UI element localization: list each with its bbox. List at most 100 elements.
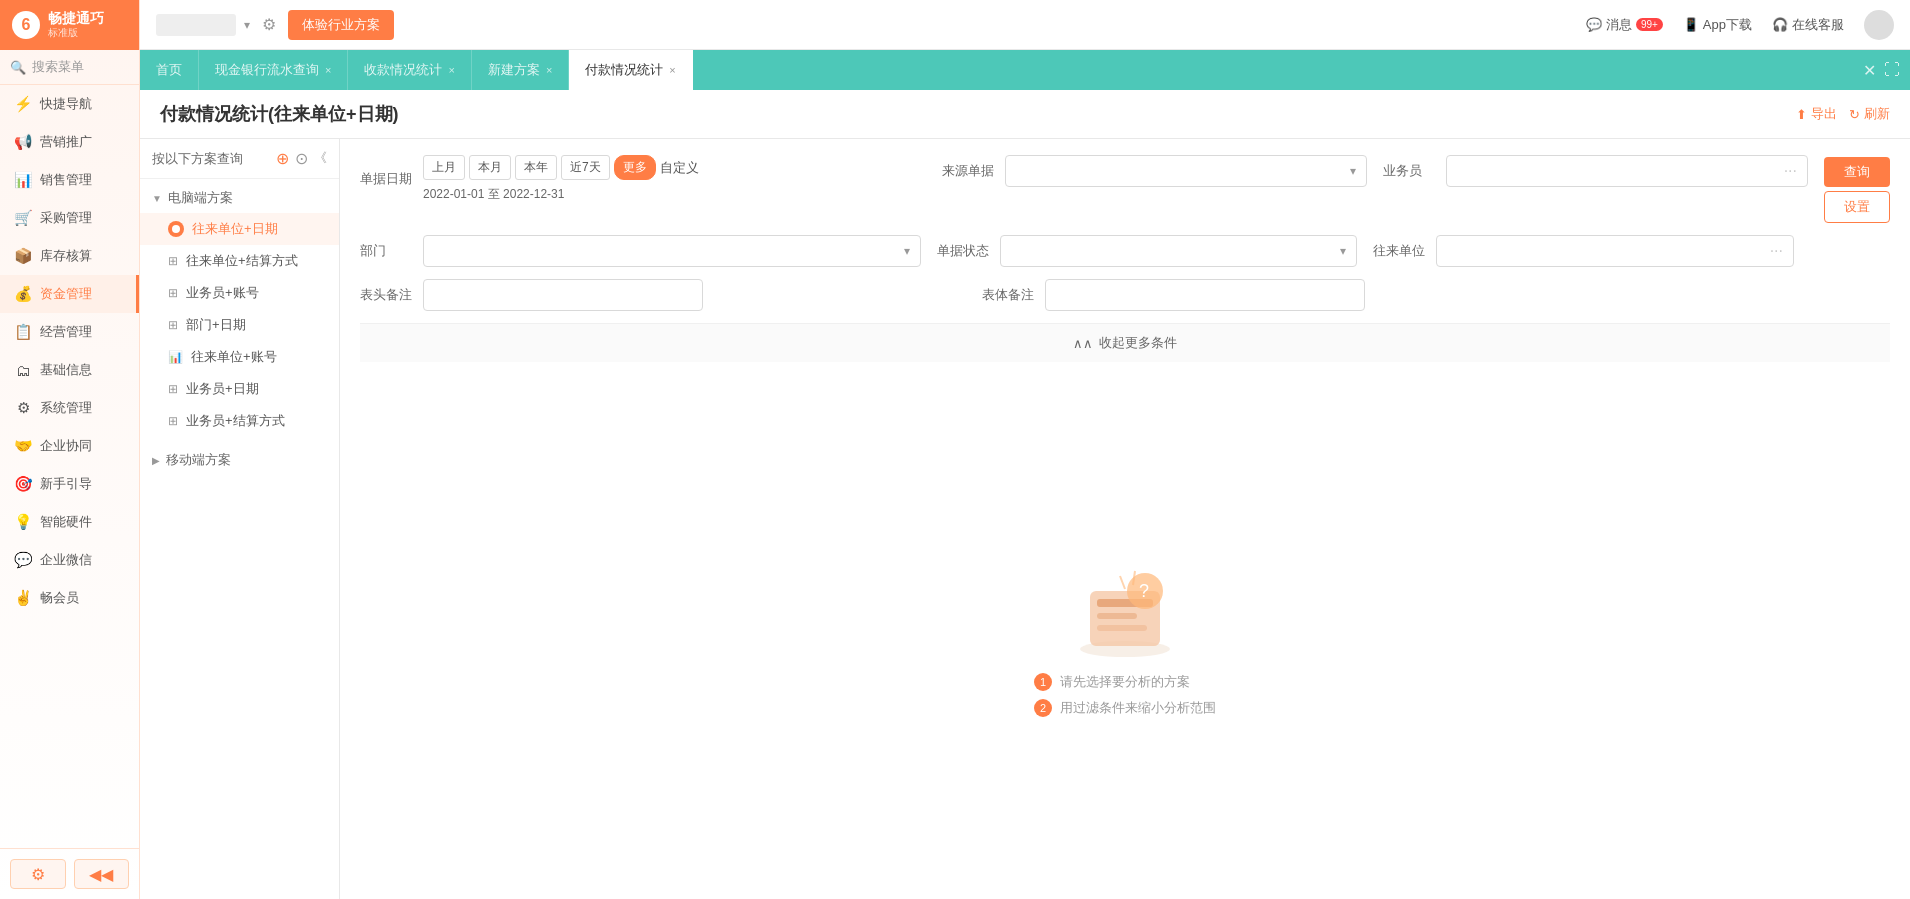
sidebar-item-sales[interactable]: 📊 销售管理 <box>0 161 139 199</box>
trial-btn[interactable]: 体验行业方案 <box>288 10 394 40</box>
online-service-action[interactable]: 🎧 在线客服 <box>1772 16 1844 34</box>
date-btn-more[interactable]: 更多 <box>614 155 656 180</box>
mobile-group-label: 移动端方案 <box>166 451 231 469</box>
sidebar-item-label: 经营管理 <box>40 323 92 341</box>
filter-row-1: 单据日期 上月 本月 本年 近7天 更多 自定义 2022-01-01 至 20… <box>360 155 1890 223</box>
tabs-close-all-icon[interactable]: ✕ <box>1863 61 1876 80</box>
svg-rect-3 <box>1097 613 1137 619</box>
scheme-collapse-icon[interactable]: 《 <box>314 149 327 168</box>
sidebar-item-funds[interactable]: 💰 资金管理 <box>0 275 139 313</box>
system-icon: ⚙ <box>14 399 32 417</box>
scheme-add-icon[interactable]: ⊕ <box>276 149 289 168</box>
staff-select-dots: ··· <box>1784 162 1797 180</box>
scheme-item-dept-date[interactable]: ⊞ 部门+日期 <box>140 309 339 341</box>
sidebar-item-smart-hw[interactable]: 💡 智能硬件 <box>0 503 139 541</box>
tab-receipt-stats-label: 收款情况统计 <box>364 61 442 79</box>
sidebar-item-purchase[interactable]: 🛒 采购管理 <box>0 199 139 237</box>
sidebar-item-marketing[interactable]: 📢 营销推广 <box>0 123 139 161</box>
app-download-action[interactable]: 📱 App下载 <box>1683 16 1752 34</box>
sidebar-item-operations[interactable]: 📋 经营管理 <box>0 313 139 351</box>
tab-payment-stats-close[interactable]: × <box>669 64 675 76</box>
scheme-item-label: 往来单位+日期 <box>192 220 278 238</box>
collapse-sidebar-btn[interactable]: ◀◀ <box>74 859 130 889</box>
related-unit-select[interactable]: ··· <box>1436 235 1794 267</box>
wechat-icon: 💬 <box>14 551 32 569</box>
body-note-input[interactable] <box>1045 279 1365 311</box>
date-range: 2022-01-01 至 2022-12-31 <box>423 186 699 203</box>
status-select[interactable]: ▾ <box>1000 235 1358 267</box>
tab-bank-flow[interactable]: 现金银行流水查询 × <box>199 50 348 90</box>
tabs-bar: 首页 现金银行流水查询 × 收款情况统计 × 新建方案 × 付款情况统计 × ✕… <box>140 50 1910 90</box>
settings-footer-btn[interactable]: ⚙ <box>10 859 66 889</box>
tab-bank-flow-close[interactable]: × <box>325 64 331 76</box>
avatar[interactable] <box>1864 10 1894 40</box>
message-icon: 💬 <box>1586 17 1602 32</box>
dept-label: 部门 <box>360 242 415 260</box>
sidebar-item-label: 企业微信 <box>40 551 92 569</box>
sidebar-item-guide[interactable]: 🎯 新手引导 <box>0 465 139 503</box>
tabs-maximize-icon[interactable]: ⛶ <box>1884 61 1900 79</box>
tip-num-2: 2 <box>1034 699 1052 717</box>
scheme-item-staff-date[interactable]: ⊞ 业务员+日期 <box>140 373 339 405</box>
tab-new-scheme[interactable]: 新建方案 × <box>472 50 569 90</box>
sidebar-item-enterprise[interactable]: 🤝 企业协同 <box>0 427 139 465</box>
refresh-action[interactable]: ↻ 刷新 <box>1849 105 1890 123</box>
date-btn-7days[interactable]: 近7天 <box>561 155 610 180</box>
staff-select[interactable]: ··· <box>1446 155 1808 187</box>
date-controls: 上月 本月 本年 近7天 更多 自定义 2022-01-01 至 2022-12… <box>423 155 699 203</box>
scheme-table-icon: ⊞ <box>168 254 178 268</box>
dept-select[interactable]: ▾ <box>423 235 921 267</box>
tab-bank-flow-label: 现金银行流水查询 <box>215 61 319 79</box>
query-btn[interactable]: 查询 <box>1824 157 1890 187</box>
export-action[interactable]: ⬆ 导出 <box>1796 105 1837 123</box>
date-btn-last-month[interactable]: 上月 <box>423 155 465 180</box>
sidebar-item-basics[interactable]: 🗂 基础信息 <box>0 351 139 389</box>
search-menu[interactable]: 🔍 搜索菜单 <box>0 50 139 85</box>
messages-action[interactable]: 💬 消息 99+ <box>1586 16 1663 34</box>
messages-label: 消息 <box>1606 16 1632 34</box>
date-btn-this-year[interactable]: 本年 <box>515 155 557 180</box>
sidebar-item-label: 畅会员 <box>40 589 79 607</box>
scheme-settings-icon[interactable]: ⊙ <box>295 149 308 168</box>
tab-payment-stats[interactable]: 付款情况统计 × <box>569 50 692 90</box>
filter-item-status: 单据状态 ▾ <box>937 235 1358 267</box>
refresh-icon: ↻ <box>1849 107 1860 122</box>
export-icon: ⬆ <box>1796 107 1807 122</box>
scheme-item-unit-settle[interactable]: ⊞ 往来单位+结算方式 <box>140 245 339 277</box>
scheme-item-label: 部门+日期 <box>186 316 246 334</box>
user-dropdown-icon[interactable]: ▾ <box>244 18 250 32</box>
marketing-icon: 📢 <box>14 133 32 151</box>
collapse-more-btn[interactable]: ∧∧ 收起更多条件 <box>360 323 1890 362</box>
sidebar-item-quick-nav[interactable]: ⚡ 快捷导航 <box>0 85 139 123</box>
setting-btn[interactable]: 设置 <box>1824 191 1890 223</box>
sidebar-item-member[interactable]: ✌ 畅会员 <box>0 579 139 617</box>
refresh-label: 刷新 <box>1864 105 1890 123</box>
mobile-group-title[interactable]: ▶ 移动端方案 <box>140 445 339 475</box>
sidebar-item-wechat[interactable]: 💬 企业微信 <box>0 541 139 579</box>
tab-new-scheme-close[interactable]: × <box>546 64 552 76</box>
scheme-item-unit-date[interactable]: 往来单位+日期 <box>140 213 339 245</box>
scheme-item-label: 业务员+账号 <box>186 284 259 302</box>
scheme-item-unit-account[interactable]: 📊 往来单位+账号 <box>140 341 339 373</box>
sidebar-item-label: 智能硬件 <box>40 513 92 531</box>
tab-receipt-stats-close[interactable]: × <box>448 64 454 76</box>
sidebar-item-inventory[interactable]: 📦 库存核算 <box>0 237 139 275</box>
date-btn-this-month[interactable]: 本月 <box>469 155 511 180</box>
desktop-group-title[interactable]: ▼ 电脑端方案 <box>140 183 339 213</box>
header-gear-icon[interactable]: ⚙ <box>262 15 276 34</box>
tab-receipt-stats[interactable]: 收款情况统计 × <box>348 50 471 90</box>
date-btn-custom[interactable]: 自定义 <box>660 159 699 177</box>
tip-text-1: 请先选择要分析的方案 <box>1060 673 1190 691</box>
scheme-item-staff-account[interactable]: ⊞ 业务员+账号 <box>140 277 339 309</box>
sidebar-logo: 6 畅捷通巧 标准版 <box>0 0 139 50</box>
scheme-item-staff-settle[interactable]: ⊞ 业务员+结算方式 <box>140 405 339 437</box>
page-header-actions: ⬆ 导出 ↻ 刷新 <box>1796 105 1890 123</box>
sidebar-item-system[interactable]: ⚙ 系统管理 <box>0 389 139 427</box>
sidebar: 6 畅捷通巧 标准版 🔍 搜索菜单 ⚡ 快捷导航 📢 营销推广 📊 销售管理 🛒… <box>0 0 140 899</box>
header-note-input[interactable] <box>423 279 703 311</box>
headset-icon: 🎧 <box>1772 17 1788 32</box>
source-select[interactable]: ▾ <box>1005 155 1367 187</box>
header: ▾ ⚙ 体验行业方案 💬 消息 99+ 📱 App下载 🎧 在线客服 <box>140 0 1910 50</box>
sidebar-item-label: 新手引导 <box>40 475 92 493</box>
tab-home[interactable]: 首页 <box>140 50 199 90</box>
